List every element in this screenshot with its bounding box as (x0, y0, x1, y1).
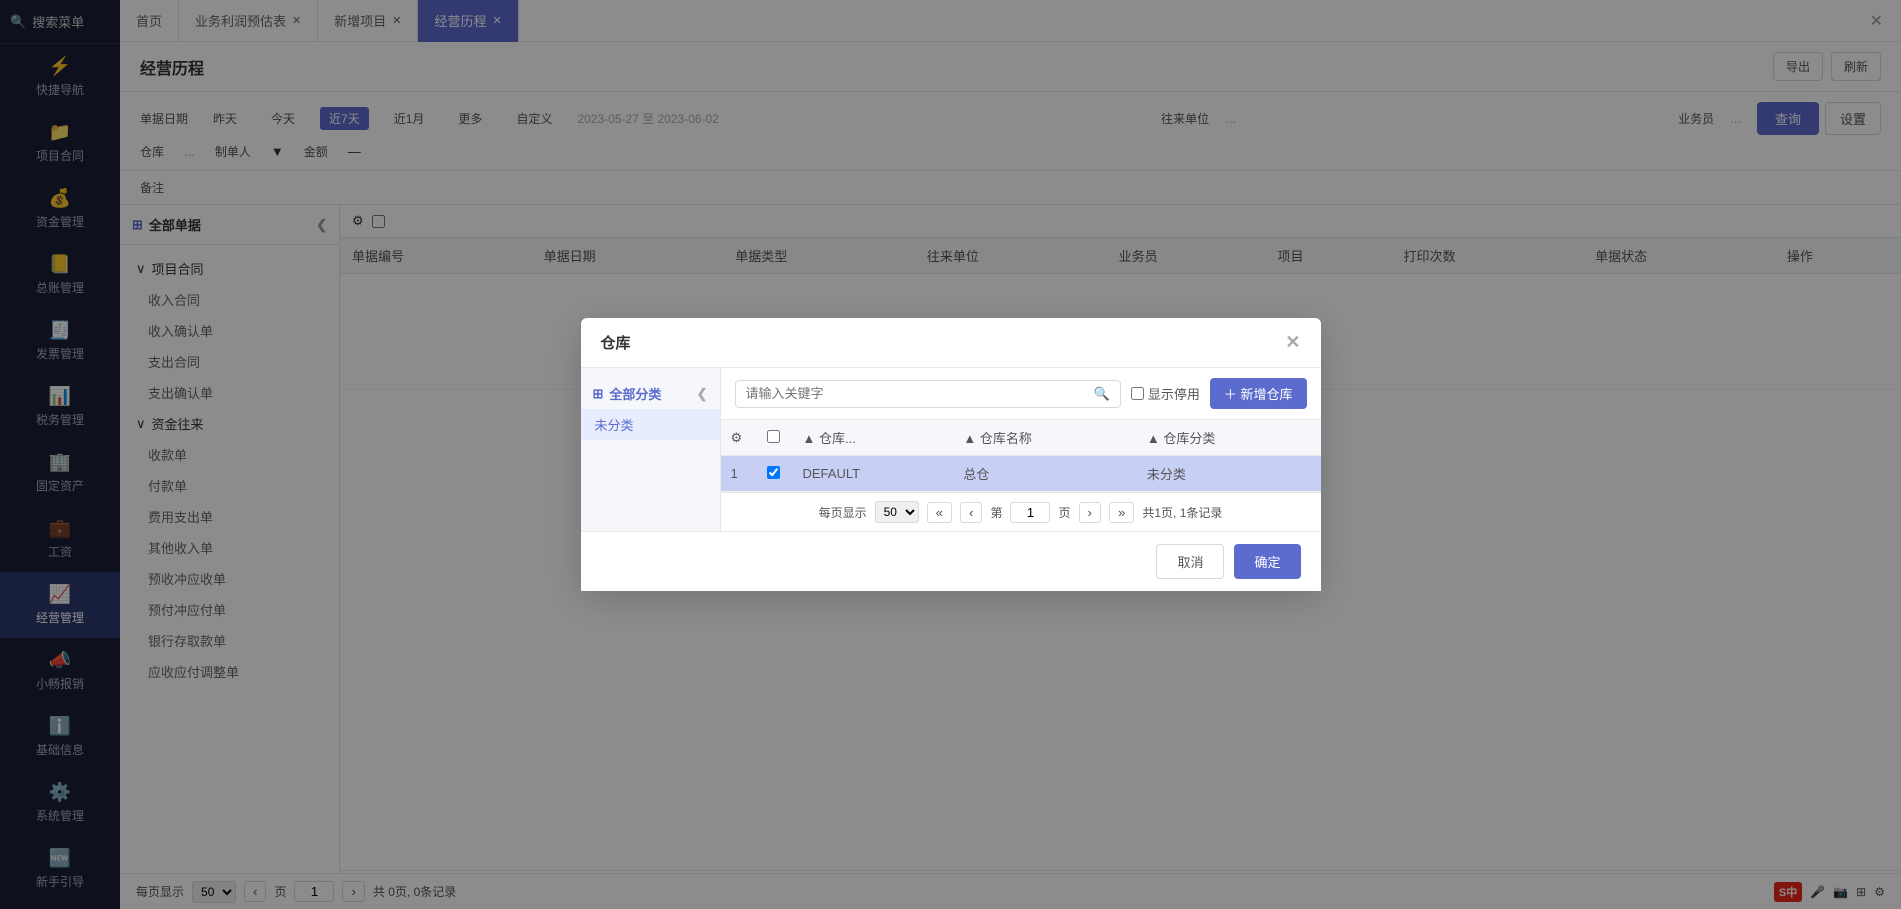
modal-left-item-label: 未分类 (595, 418, 634, 433)
modal-select-all[interactable] (767, 430, 780, 443)
modal-right-panel: 🔍 显示停用 ＋ 新增仓库 ⚙ (721, 368, 1321, 531)
warehouse-modal: 仓库 ✕ ⊞ 全部分类 ❮ 未分类 🔍 (581, 318, 1321, 591)
modal-next-btn[interactable]: › (1079, 502, 1101, 523)
modal-right-toolbar: 🔍 显示停用 ＋ 新增仓库 (721, 368, 1321, 420)
modal-left-item-uncategorized[interactable]: 未分类 (581, 409, 720, 440)
modal-search-input[interactable] (746, 386, 1088, 401)
modal-col-category[interactable]: ▲ 仓库分类 (1137, 420, 1321, 456)
modal-search-icon: 🔍 (1094, 386, 1110, 402)
modal-row-checkbox[interactable] (757, 456, 793, 492)
modal-actions: 取消 确定 (581, 531, 1321, 591)
modal-last-btn[interactable]: » (1109, 502, 1134, 523)
modal-table: ⚙ ▲ 仓库... ▲ 仓库名称 ▲ 仓库分类 (721, 420, 1321, 492)
modal-page-suffix: 页 (1058, 504, 1070, 521)
modal-body: ⊞ 全部分类 ❮ 未分类 🔍 显示停用 (581, 368, 1321, 531)
modal-first-btn[interactable]: « (927, 502, 952, 523)
modal-left-collapse[interactable]: ❮ (697, 386, 708, 402)
modal-col-checkbox (757, 420, 793, 456)
modal-left-header[interactable]: ⊞ 全部分类 ❮ (581, 378, 720, 409)
modal-total-text: 共1页, 1条记录 (1142, 504, 1222, 521)
show-disabled-checkbox[interactable] (1131, 387, 1144, 400)
modal-pagination: 每页显示 50 « ‹ 第 页 › » 共1页, 1条记录 (721, 492, 1321, 531)
modal-close-button[interactable]: ✕ (1285, 332, 1300, 353)
modal-page-input[interactable] (1010, 502, 1050, 523)
modal-row-category: 未分类 (1137, 456, 1321, 492)
modal-per-page-select[interactable]: 50 (875, 501, 919, 523)
modal-table-container: ⚙ ▲ 仓库... ▲ 仓库名称 ▲ 仓库分类 (721, 420, 1321, 492)
modal-row-check[interactable] (767, 466, 780, 479)
modal-page-label: 第 (990, 504, 1002, 521)
modal-col-code[interactable]: ▲ 仓库... (793, 420, 954, 456)
modal-row-name: 总仓 (953, 456, 1137, 492)
modal-header: 仓库 ✕ (581, 318, 1321, 368)
modal-table-row[interactable]: 1 DEFAULT 总仓 未分类 (721, 456, 1321, 492)
modal-search-box[interactable]: 🔍 (735, 380, 1121, 408)
grid-icon-modal: ⊞ (593, 386, 604, 402)
show-disabled-label[interactable]: 显示停用 (1131, 384, 1200, 403)
modal-overlay: 仓库 ✕ ⊞ 全部分类 ❮ 未分类 🔍 (0, 0, 1901, 909)
modal-prev-btn[interactable]: ‹ (960, 502, 982, 523)
modal-per-page-label: 每页显示 (819, 504, 867, 521)
show-disabled-text: 显示停用 (1148, 384, 1200, 403)
modal-col-name[interactable]: ▲ 仓库名称 (953, 420, 1137, 456)
modal-row-num: 1 (721, 456, 757, 492)
modal-col-settings: ⚙ (721, 420, 757, 456)
modal-row-code: DEFAULT (793, 456, 954, 492)
modal-all-category-label: 全部分类 (609, 384, 661, 403)
modal-cancel-button[interactable]: 取消 (1156, 544, 1224, 579)
add-warehouse-button[interactable]: ＋ 新增仓库 (1210, 378, 1307, 409)
modal-confirm-button[interactable]: 确定 (1234, 544, 1300, 579)
modal-title: 仓库 (601, 332, 631, 353)
modal-left-panel: ⊞ 全部分类 ❮ 未分类 (581, 368, 721, 531)
